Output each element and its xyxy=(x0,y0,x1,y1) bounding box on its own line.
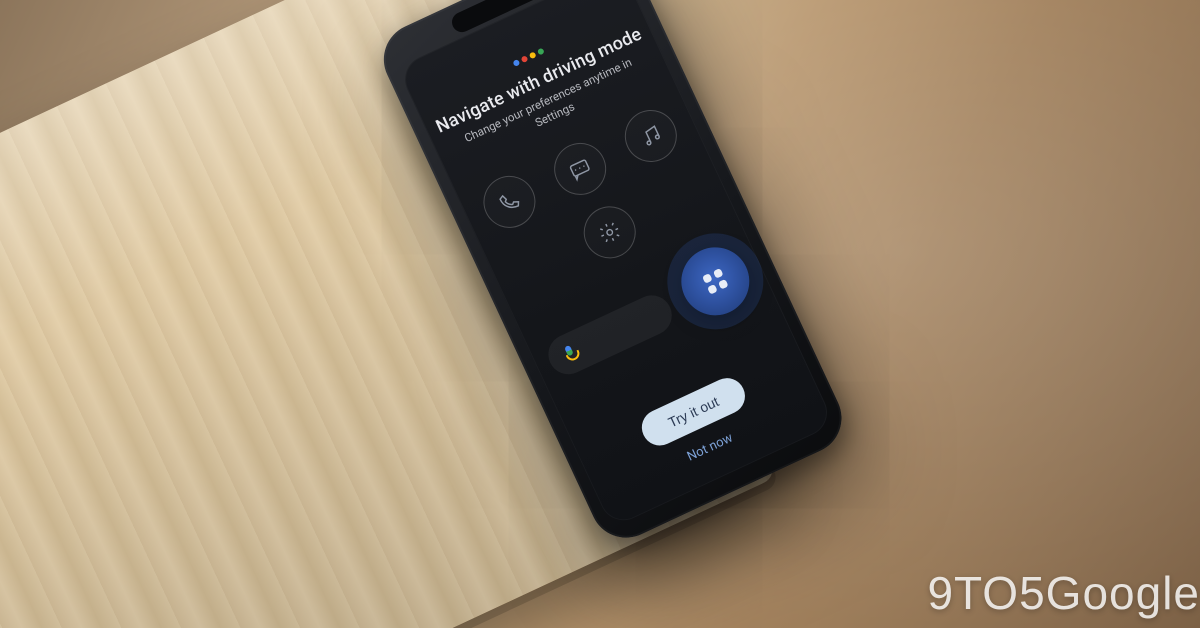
photo-scene: Navigate with driving mode Change your p… xyxy=(0,0,1200,628)
microphone-icon xyxy=(560,343,581,364)
try-it-out-button[interactable]: Try it out xyxy=(636,372,751,451)
app-launcher-button[interactable] xyxy=(670,236,760,326)
google-assistant-logo xyxy=(512,48,544,67)
app-launcher-icon xyxy=(702,268,729,295)
gear-icon xyxy=(595,218,624,247)
phone-icon xyxy=(495,187,524,216)
watermark: 9TO5Google xyxy=(927,566,1200,620)
messages-button[interactable] xyxy=(546,134,615,203)
music-button[interactable] xyxy=(616,101,685,170)
settings-button[interactable] xyxy=(575,198,644,267)
music-icon xyxy=(636,121,665,150)
message-icon xyxy=(566,154,595,183)
phone-call-button[interactable] xyxy=(475,167,544,236)
not-now-link[interactable]: Not now xyxy=(685,431,735,465)
assistant-search-input[interactable] xyxy=(542,289,679,381)
